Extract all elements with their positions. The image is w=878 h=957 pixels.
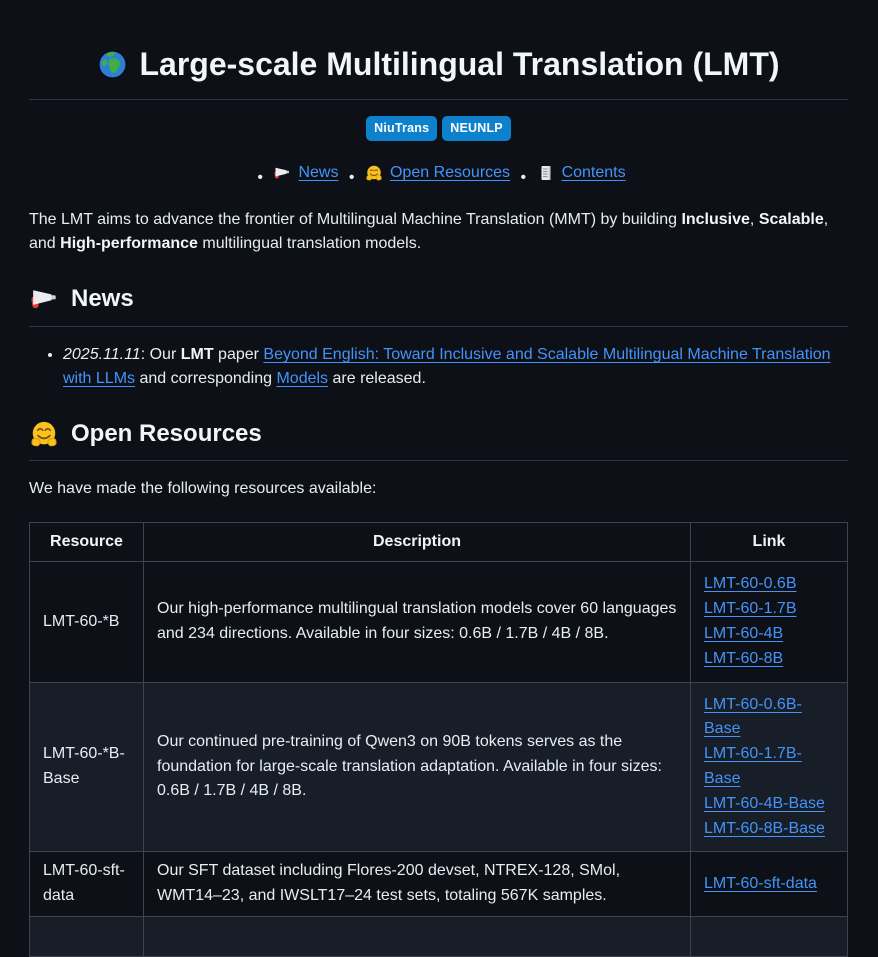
link-cell	[691, 917, 848, 957]
news-item: 2025.11.11: Our LMT paper Beyond English…	[63, 343, 848, 391]
open-resources-heading-text: Open Resources	[71, 417, 262, 451]
model-link[interactable]: LMT-60-0.6B	[704, 572, 834, 597]
hugging-face-icon	[29, 419, 59, 449]
intro-text: ,	[750, 211, 759, 228]
intro-text: The LMT aims to advance the frontier of …	[29, 211, 681, 228]
column-header-description: Description	[144, 523, 691, 562]
resource-cell: LMT-60-*B-Base	[30, 682, 144, 852]
table-row: LMT-60-*B-Base Our continued pre-trainin…	[30, 682, 848, 852]
megaphone-icon	[273, 164, 291, 182]
model-link[interactable]: LMT-60-4B-Base	[704, 792, 834, 817]
description-cell: Our high-performance multilingual transl…	[144, 562, 691, 682]
column-header-link: Link	[691, 523, 848, 562]
intro-bold-high-performance: High-performance	[60, 235, 198, 252]
nav-bullet: •	[257, 169, 263, 186]
link-cell: LMT-60-0.6B-Base LMT-60-1.7B-Base LMT-60…	[691, 682, 848, 852]
badge-niutrans: NiuTrans	[366, 116, 437, 142]
intro-paragraph: The LMT aims to advance the frontier of …	[29, 208, 848, 256]
badge-neunlp: NEUNLP	[442, 116, 511, 142]
news-list: 2025.11.11: Our LMT paper Beyond English…	[29, 343, 848, 391]
model-link[interactable]: LMT-60-1.7B	[704, 597, 834, 622]
table-row-cutoff	[30, 917, 848, 957]
news-date: 2025.11.11	[63, 346, 141, 363]
resource-cell: LMT-60-*B	[30, 562, 144, 682]
intro-bold-inclusive: Inclusive	[681, 211, 749, 228]
megaphone-icon	[29, 284, 59, 314]
news-text: paper	[214, 346, 264, 363]
table-row: LMT-60-*B Our high-performance multiling…	[30, 562, 848, 682]
model-link[interactable]: LMT-60-0.6B-Base	[704, 693, 834, 743]
readme-page: Large-scale Multilingual Translation (LM…	[0, 0, 878, 957]
news-text: : Our	[141, 346, 181, 363]
document-icon	[537, 164, 555, 182]
table-header-row: Resource Description Link	[30, 523, 848, 562]
open-resources-heading: Open Resources	[29, 417, 848, 462]
resource-cell: LMT-60-sft-data	[30, 852, 144, 917]
news-heading: News	[29, 282, 848, 327]
page-title: Large-scale Multilingual Translation (LM…	[29, 44, 848, 100]
description-cell	[144, 917, 691, 957]
nav-link-label: Open Resources	[390, 161, 510, 185]
nav-link-news[interactable]: News	[273, 161, 338, 185]
nav-link-open-resources[interactable]: Open Resources	[365, 161, 510, 185]
badge-row: NiuTrans NEUNLP	[29, 116, 848, 142]
nav-link-label: News	[298, 161, 338, 185]
news-text: and corresponding	[135, 370, 276, 387]
link-cell: LMT-60-0.6B LMT-60-1.7B LMT-60-4B LMT-60…	[691, 562, 848, 682]
page-title-text: Large-scale Multilingual Translation (LM…	[139, 44, 779, 84]
description-cell: Our continued pre-training of Qwen3 on 9…	[144, 682, 691, 852]
intro-bold-scalable: Scalable	[759, 211, 824, 228]
model-link[interactable]: LMT-60-4B	[704, 622, 834, 647]
description-cell: Our SFT dataset including Flores-200 dev…	[144, 852, 691, 917]
column-header-resource: Resource	[30, 523, 144, 562]
anchor-nav: • News • Open Resources • Contents	[29, 161, 848, 190]
model-link[interactable]: LMT-60-1.7B-Base	[704, 742, 834, 792]
models-link[interactable]: Models	[276, 370, 328, 387]
resources-table: Resource Description Link LMT-60-*B Our …	[29, 522, 848, 957]
model-link[interactable]: LMT-60-8B-Base	[704, 817, 834, 842]
model-link[interactable]: LMT-60-8B	[704, 647, 834, 672]
nav-bullet: •	[521, 169, 527, 186]
intro-text: multilingual translation models.	[198, 235, 421, 252]
nav-link-label: Contents	[562, 161, 626, 185]
resource-cell	[30, 917, 144, 957]
news-bold-lmt: LMT	[181, 346, 214, 363]
news-text: are released.	[328, 370, 426, 387]
link-cell: LMT-60-sft-data	[691, 852, 848, 917]
news-heading-text: News	[71, 282, 134, 316]
dataset-link[interactable]: LMT-60-sft-data	[704, 872, 834, 897]
nav-bullet: •	[349, 169, 355, 186]
nav-link-contents[interactable]: Contents	[537, 161, 626, 185]
resources-lead: We have made the following resources ava…	[29, 477, 848, 501]
hugging-face-icon	[365, 164, 383, 182]
table-row: LMT-60-sft-data Our SFT dataset includin…	[30, 852, 848, 917]
globe-icon	[97, 49, 128, 80]
